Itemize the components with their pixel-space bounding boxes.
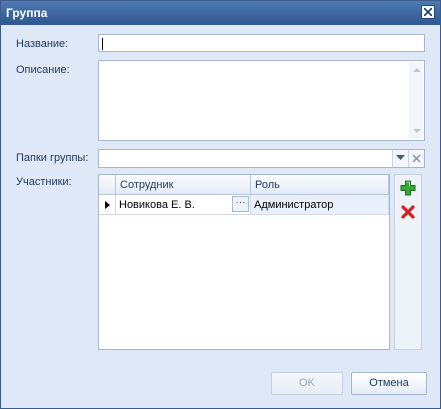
close-button[interactable]	[421, 5, 435, 19]
add-member-button[interactable]	[400, 180, 416, 196]
folders-clear-button[interactable]	[408, 150, 424, 167]
clear-icon	[412, 154, 421, 163]
members-label: Участники:	[16, 176, 72, 188]
close-icon	[424, 8, 432, 16]
remove-member-button[interactable]	[401, 205, 415, 219]
scroll-up-icon[interactable]	[413, 68, 421, 72]
scroll-down-icon[interactable]	[413, 129, 421, 133]
dialog-title: Группа	[6, 6, 48, 20]
members-grid: Сотрудник Роль Новикова Е. В. ··· Админи…	[98, 174, 390, 350]
description-scrollbar[interactable]	[409, 62, 423, 139]
grid-actions-panel	[394, 174, 422, 350]
text-caret	[102, 38, 103, 50]
folders-label: Папки группы:	[16, 152, 89, 164]
column-header-employee[interactable]: Сотрудник	[116, 175, 251, 195]
folders-combobox[interactable]	[98, 149, 425, 168]
add-icon	[400, 180, 416, 196]
name-label: Название:	[16, 38, 69, 50]
table-row[interactable]: Новикова Е. В. ··· Администратор	[99, 195, 389, 215]
employee-ellipsis-button[interactable]: ···	[232, 196, 249, 212]
name-input[interactable]	[98, 34, 425, 52]
row-indicator	[99, 195, 116, 215]
group-dialog: Группа Название: Описание: Папки группы:	[0, 0, 441, 409]
cell-employee[interactable]: Новикова Е. В. ···	[116, 195, 251, 215]
chevron-down-icon	[396, 155, 405, 160]
description-textarea[interactable]	[98, 60, 425, 141]
remove-icon	[401, 205, 415, 219]
cancel-button[interactable]: Отмена	[351, 372, 427, 395]
row-indicator-header	[99, 175, 116, 195]
column-header-role[interactable]: Роль	[251, 175, 389, 195]
folders-dropdown-button[interactable]	[392, 150, 408, 167]
title-bar[interactable]: Группа	[1, 1, 440, 25]
ok-button[interactable]: OK	[271, 372, 343, 395]
cell-role[interactable]: Администратор	[251, 195, 389, 215]
description-label: Описание:	[16, 64, 70, 76]
current-row-icon	[105, 201, 110, 209]
